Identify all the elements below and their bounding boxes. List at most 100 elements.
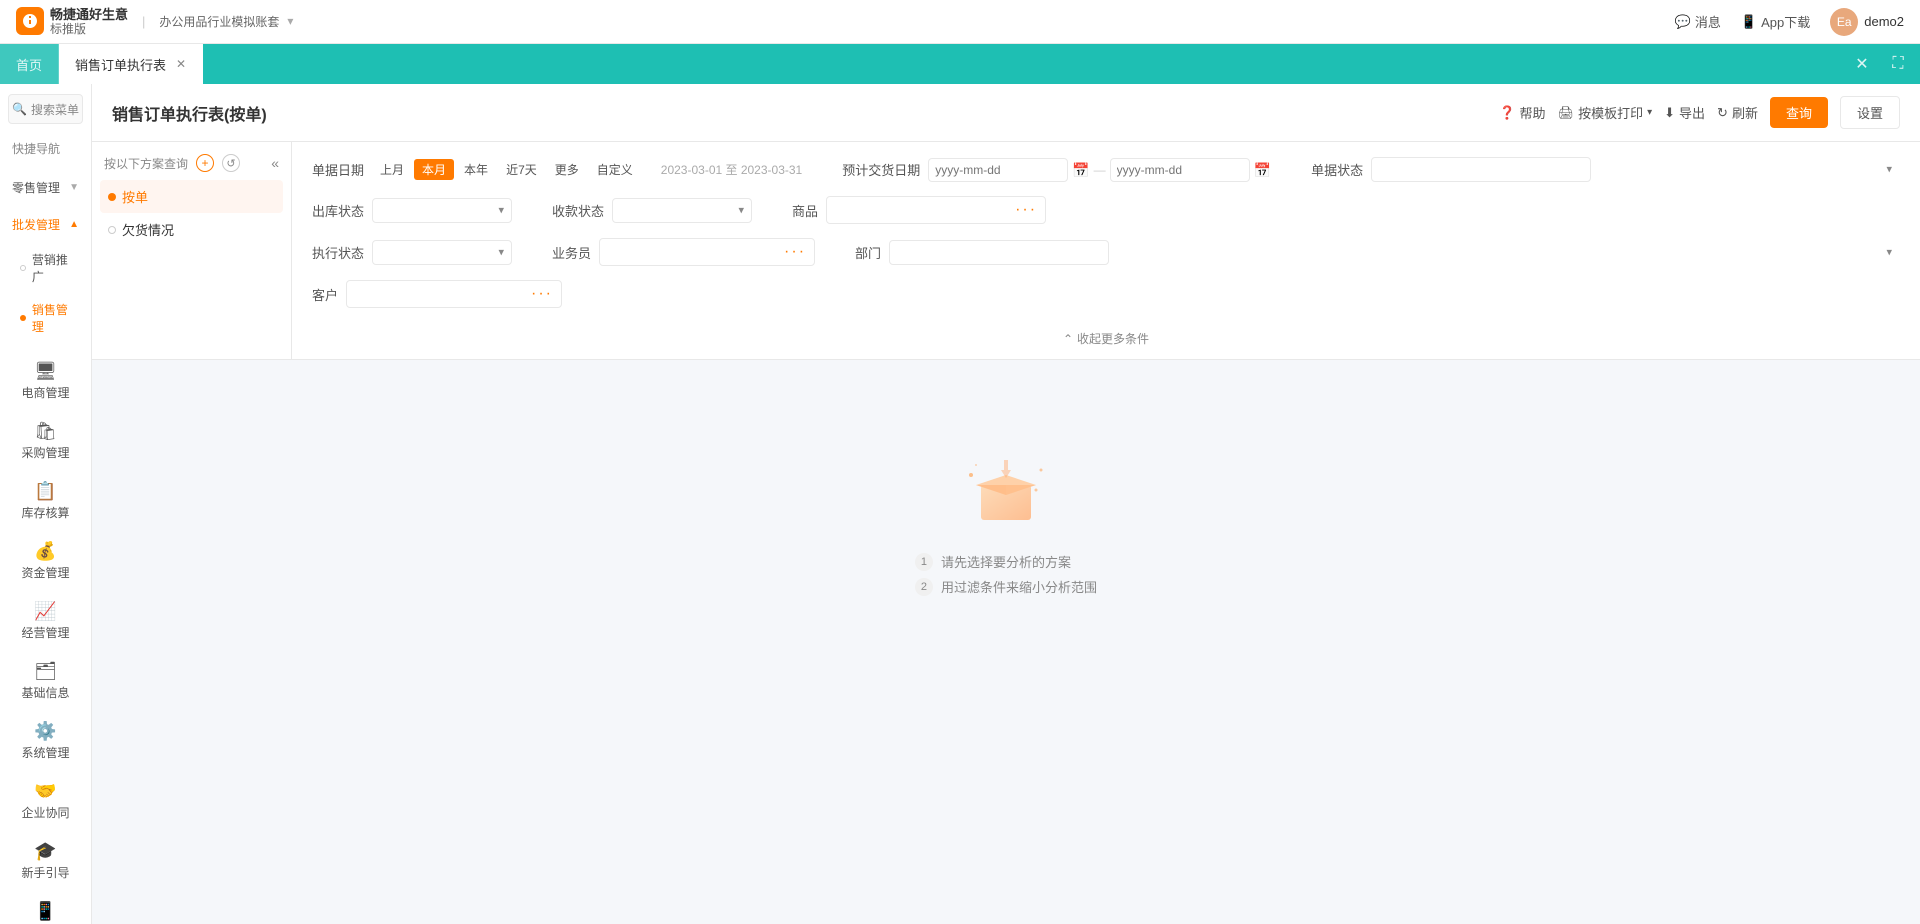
wholesale-chevron-icon: ▲ bbox=[69, 219, 79, 230]
exec-status-select[interactable] bbox=[372, 240, 512, 265]
app-center-icon: 📱 bbox=[34, 901, 56, 922]
empty-state: 1 请先选择要分析的方案 2 用过滤条件来缩小分析范围 bbox=[92, 360, 1920, 676]
export-btn[interactable]: ⬇ 导出 bbox=[1664, 103, 1705, 122]
help-btn[interactable]: ❓ 帮助 bbox=[1499, 103, 1545, 122]
tab-close-icon[interactable]: ✕ bbox=[176, 57, 186, 71]
query-button[interactable]: 查询 bbox=[1770, 97, 1828, 128]
header-right: 💬 消息 📱 App下载 Ea demo2 bbox=[1675, 8, 1904, 36]
app-download-action[interactable]: 📱 App下载 bbox=[1741, 12, 1810, 31]
filter-panel: 按以下方案查询 + ↺ « 按单 欠货情况 bbox=[92, 142, 1920, 360]
salesperson-input-wrap: ··· bbox=[599, 238, 815, 266]
tab-expand-btn[interactable]: ⛶ bbox=[1884, 50, 1912, 78]
payment-status-label: 收款状态 bbox=[552, 201, 604, 220]
date-tab-7days[interactable]: 近7天 bbox=[498, 159, 545, 180]
filter-row-2: 出库状态 ▾ 收款状态 bbox=[312, 196, 1900, 224]
filter-collapse-row[interactable]: ⌃ 收起更多条件 bbox=[312, 322, 1900, 359]
page-header: 销售订单执行表(按单) ❓ 帮助 🖨 按模板打印 ▾ ⬇ 导出 ↻ 刷新 bbox=[92, 84, 1920, 142]
delivery-start-cal-icon[interactable]: 📅 bbox=[1072, 162, 1089, 179]
payment-status-select[interactable] bbox=[612, 198, 752, 223]
order-date-label: 单据日期 bbox=[312, 160, 364, 179]
delivery-date-inputs: 📅 — 📅 bbox=[928, 158, 1271, 182]
template-print-btn[interactable]: 🖨 按模板打印 ▾ bbox=[1558, 103, 1653, 122]
delivery-start-input[interactable] bbox=[928, 158, 1068, 182]
scheme-empty-dot bbox=[108, 226, 116, 234]
sidebar-item-collab[interactable]: 🤝 企业协同 bbox=[6, 773, 85, 829]
header-sep: | bbox=[142, 14, 145, 29]
filter-order-status: 单据状态 ▾ bbox=[1311, 157, 1900, 182]
exec-status-wrap: ▾ bbox=[372, 240, 512, 265]
print-icon: 🖨 bbox=[1558, 105, 1575, 121]
sidebar-item-ecommerce[interactable]: 🖥 电商管理 bbox=[6, 353, 85, 409]
order-status-select[interactable] bbox=[1371, 157, 1591, 182]
customer-input[interactable] bbox=[355, 287, 531, 302]
department-select[interactable] bbox=[889, 240, 1109, 265]
ecommerce-icon: 🖥 bbox=[34, 361, 57, 382]
goods-label: 商品 bbox=[792, 201, 818, 220]
delivery-end-cal-icon[interactable]: 📅 bbox=[1254, 162, 1271, 179]
sidebar-item-system[interactable]: ⚙️ 系统管理 bbox=[6, 713, 85, 769]
logo-text: 畅捷通好生意 标推版 bbox=[50, 7, 128, 37]
goods-more-icon[interactable]: ··· bbox=[1015, 201, 1037, 219]
filter-row-1: 单据日期 上月 本月 本年 近7天 更多 自定义 20 bbox=[312, 156, 1900, 182]
date-tabs: 上月 本月 本年 近7天 更多 自定义 bbox=[372, 159, 641, 180]
inventory-icon: 📋 bbox=[34, 481, 56, 502]
sidebar-item-management[interactable]: 📈 经营管理 bbox=[6, 593, 85, 649]
salesperson-more-icon[interactable]: ··· bbox=[784, 243, 806, 261]
date-tab-last-month[interactable]: 上月 bbox=[372, 159, 412, 180]
tab-close-btn[interactable]: ✕ bbox=[1848, 50, 1876, 78]
filter-scheme-panel: 按以下方案查询 + ↺ « 按单 欠货情况 bbox=[92, 142, 292, 359]
date-tab-more[interactable]: 更多 bbox=[547, 159, 587, 180]
payment-status-wrap: ▾ bbox=[612, 198, 752, 223]
sidebar-item-app-center[interactable]: 📱 应用中心 bbox=[6, 893, 85, 924]
scheme-title: 按以下方案查询 + ↺ « bbox=[100, 154, 283, 172]
basic-info-icon: 🗂 bbox=[34, 661, 57, 682]
sidebar-item-inventory[interactable]: 📋 库存核算 bbox=[6, 473, 85, 529]
tab-sales-order[interactable]: 销售订单执行表 ✕ bbox=[59, 44, 203, 84]
department-label: 部门 bbox=[855, 243, 881, 262]
sidebar-item-purchase[interactable]: 🛍 采购管理 bbox=[6, 413, 85, 469]
collapse-scheme-btn[interactable]: « bbox=[271, 155, 279, 171]
user-action[interactable]: Ea demo2 bbox=[1830, 8, 1904, 36]
sidebar-item-basic-info[interactable]: 🗂 基础信息 bbox=[6, 653, 85, 709]
exec-status-label: 执行状态 bbox=[312, 243, 364, 262]
breadcrumb-arrow[interactable]: ▾ bbox=[287, 14, 293, 28]
filter-goods: 商品 ··· bbox=[792, 196, 1900, 224]
sidebar-sub-marketing[interactable]: 营销推广 bbox=[0, 243, 91, 293]
delivery-end-input[interactable] bbox=[1110, 158, 1250, 182]
date-tab-custom[interactable]: 自定义 bbox=[589, 159, 641, 180]
sidebar-retail-label: 零售管理 bbox=[12, 179, 60, 196]
refresh-scheme-btn[interactable]: ↺ bbox=[222, 154, 240, 172]
refresh-btn[interactable]: ↻ 刷新 bbox=[1717, 103, 1758, 122]
settings-button[interactable]: 设置 bbox=[1840, 96, 1900, 129]
tab-sales-order-label: 销售订单执行表 bbox=[75, 55, 166, 74]
delivery-status-select[interactable] bbox=[372, 198, 512, 223]
delivery-date-label: 预计交货日期 bbox=[842, 160, 920, 179]
add-scheme-btn[interactable]: + bbox=[196, 154, 214, 172]
sidebar-item-guide[interactable]: 🎓 新手引导 bbox=[6, 833, 85, 889]
goods-input[interactable] bbox=[835, 203, 1015, 218]
search-menu-btn[interactable]: 🔍 搜索菜单 bbox=[8, 94, 83, 124]
date-tab-this-month[interactable]: 本月 bbox=[414, 159, 454, 180]
content-area: 销售订单执行表(按单) ❓ 帮助 🖨 按模板打印 ▾ ⬇ 导出 ↻ 刷新 bbox=[92, 84, 1920, 924]
sidebar-item-retail[interactable]: 零售管理 ▼ bbox=[0, 169, 91, 206]
scheme-item-欠货情况[interactable]: 欠货情况 bbox=[100, 213, 283, 246]
salesperson-label: 业务员 bbox=[552, 243, 591, 262]
filter-payment-status: 收款状态 ▾ bbox=[552, 198, 752, 223]
sidebar-item-wholesale[interactable]: 批发管理 ▲ bbox=[0, 206, 91, 243]
sidebar-item-finance[interactable]: 💰 资金管理 bbox=[6, 533, 85, 589]
user-name[interactable]: demo2 bbox=[1864, 14, 1904, 29]
filter-salesperson: 业务员 ··· bbox=[552, 238, 815, 266]
sidebar-sub-sales[interactable]: 销售管理 bbox=[0, 293, 91, 343]
avatar: Ea bbox=[1830, 8, 1858, 36]
scheme-item-按单[interactable]: 按单 bbox=[100, 180, 283, 213]
customer-more-icon[interactable]: ··· bbox=[531, 285, 553, 303]
tab-home[interactable]: 首页 bbox=[0, 44, 59, 84]
salesperson-input[interactable] bbox=[608, 245, 784, 260]
date-tab-this-year[interactable]: 本年 bbox=[456, 159, 496, 180]
goods-input-wrap: ··· bbox=[826, 196, 1046, 224]
message-action[interactable]: 💬 消息 bbox=[1675, 12, 1721, 31]
date-separator: — bbox=[1094, 163, 1106, 177]
collab-icon: 🤝 bbox=[34, 781, 56, 802]
department-chevron: ▾ bbox=[1886, 246, 1892, 259]
customer-label: 客户 bbox=[312, 285, 338, 304]
